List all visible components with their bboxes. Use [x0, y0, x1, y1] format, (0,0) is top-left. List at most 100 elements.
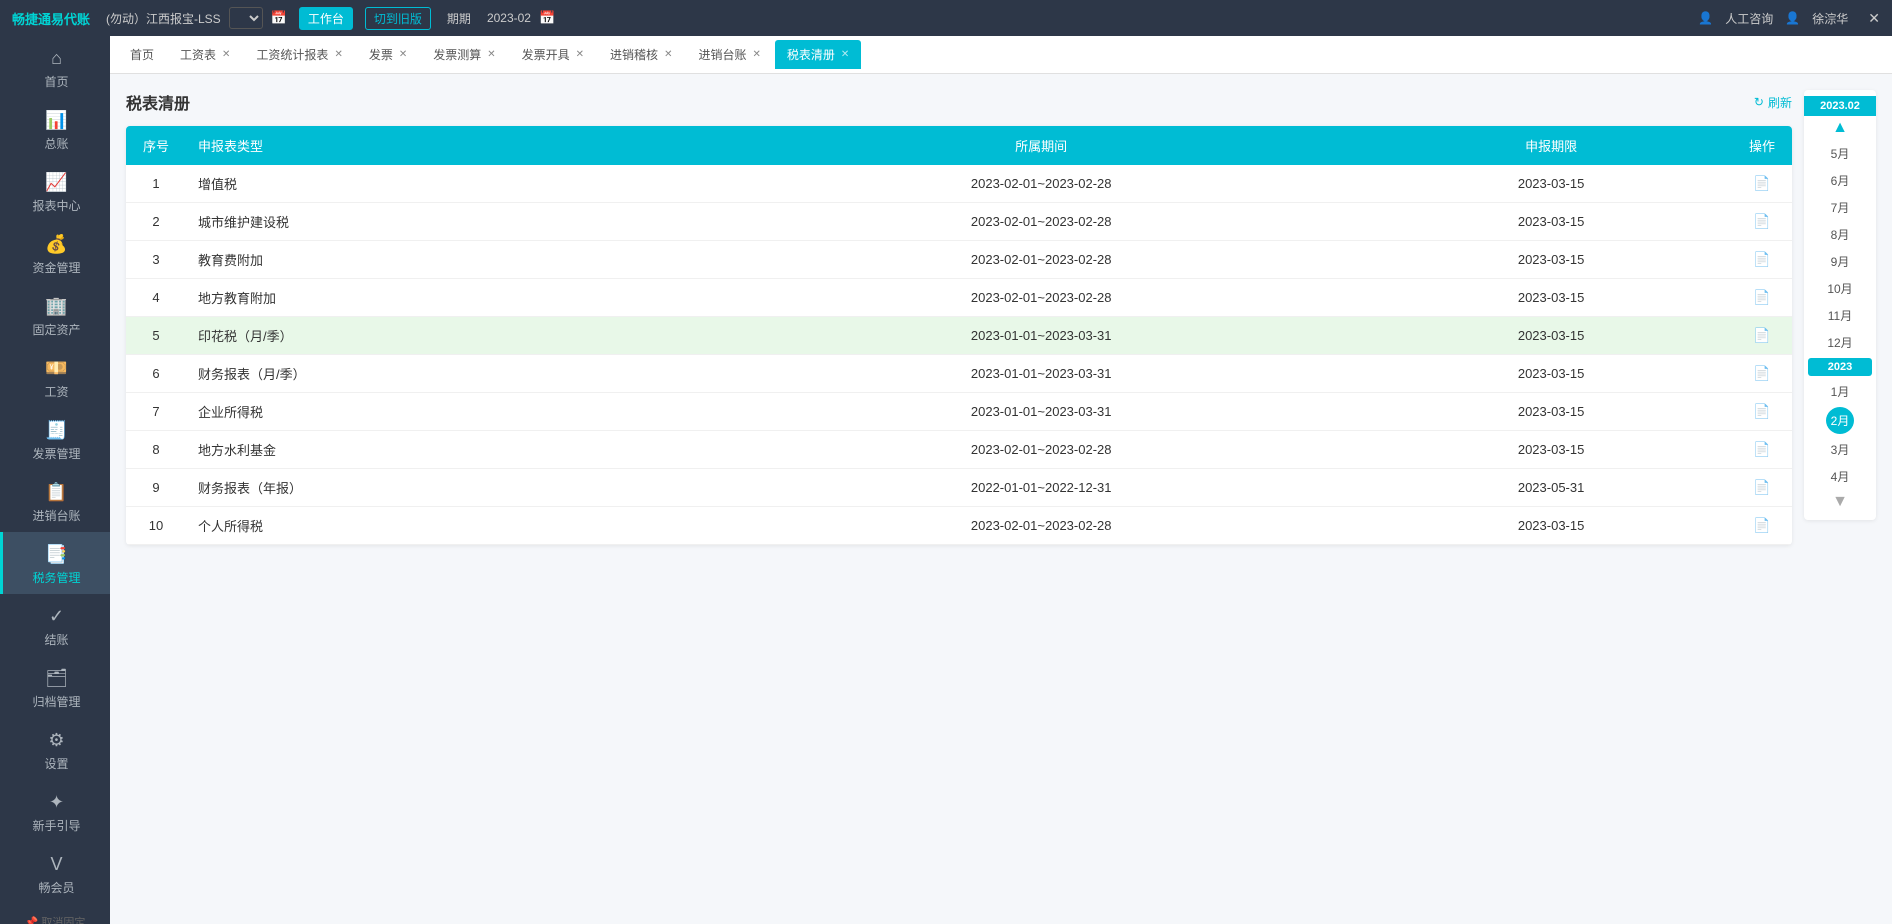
month-item-6月[interactable]: 6月	[1804, 167, 1876, 194]
tab-payroll-report[interactable]: 工资统计报表✕	[244, 40, 354, 69]
table-body: 1 增值税 2023-02-01~2023-02-28 2023-03-15 📄…	[126, 165, 1792, 545]
month-item-7月[interactable]: 7月	[1804, 194, 1876, 221]
month-item-5月[interactable]: 5月	[1804, 140, 1876, 167]
page-header: 税表清册 ↻ 刷新	[126, 90, 1792, 114]
cell-action: 📄	[1732, 431, 1792, 469]
nav-up-arrow[interactable]: ▲	[1829, 116, 1851, 140]
tab-close-invoice-calc[interactable]: ✕	[487, 49, 495, 60]
tab-close-payroll-report[interactable]: ✕	[334, 49, 342, 60]
sidebar-item-vip[interactable]: V畅会员	[0, 842, 110, 904]
tab-close-invoice-open[interactable]: ✕	[576, 49, 584, 60]
action-icon[interactable]: 📄	[1753, 289, 1770, 305]
page-title: 税表清册	[126, 90, 190, 114]
cell-type: 个人所得税	[186, 507, 712, 545]
month-item-9月[interactable]: 9月	[1804, 248, 1876, 275]
sidebar-item-home[interactable]: ⌂首页	[0, 36, 110, 98]
sidebar-item-ledger[interactable]: 📊总账	[0, 98, 110, 160]
cell-deadline: 2023-03-15	[1370, 393, 1732, 431]
cell-period: 2023-02-01~2023-02-28	[712, 431, 1370, 469]
sidebar-label-fund: 资金管理	[32, 259, 80, 276]
tab-close-purchase-check[interactable]: ✕	[664, 49, 672, 60]
month-item-2月[interactable]: 2月	[1826, 407, 1854, 434]
tab-close-tax-clearance[interactable]: ✕	[841, 49, 849, 60]
month-item-1月[interactable]: 1月	[1804, 378, 1876, 405]
cell-deadline: 2023-05-31	[1370, 469, 1732, 507]
year-badge[interactable]: 2023	[1808, 358, 1872, 376]
sidebar-label-archive: 归档管理	[32, 693, 80, 710]
cell-seq: 2	[126, 203, 186, 241]
action-icon[interactable]: 📄	[1753, 517, 1770, 533]
sidebar-icon-report: 📈	[45, 172, 67, 193]
sidebar-footer[interactable]: 📌 取消固定	[0, 904, 110, 924]
cell-period: 2023-02-01~2023-02-28	[712, 203, 1370, 241]
month-item-8月[interactable]: 8月	[1804, 221, 1876, 248]
sidebar-label-invoice-mgmt: 发票管理	[32, 445, 80, 462]
tab-invoice[interactable]: 发票✕	[357, 40, 419, 69]
tab-purchase-check[interactable]: 进销稽核 ✕	[598, 40, 684, 69]
tab-purchase-ledger[interactable]: 进销台账✕	[686, 40, 772, 69]
sidebar-item-fund[interactable]: 💰资金管理	[0, 222, 110, 284]
sidebar-item-settings[interactable]: ⚙设置	[0, 718, 110, 780]
table-row: 9 财务报表（年报） 2022-01-01~2022-12-31 2023-05…	[126, 469, 1792, 507]
sidebar-item-purchase-sale[interactable]: 📋进销台账	[0, 470, 110, 532]
tab-close-payroll[interactable]: ✕	[222, 49, 230, 60]
sidebar-label-report: 报表中心	[32, 197, 80, 214]
cell-action: 📄	[1732, 165, 1792, 203]
sidebar-item-guide[interactable]: ✦新手引导	[0, 780, 110, 842]
refresh-button[interactable]: ↻ 刷新	[1754, 94, 1792, 111]
cell-seq: 6	[126, 355, 186, 393]
unpin-icon: 📌	[25, 917, 39, 924]
cell-deadline: 2023-03-15	[1370, 355, 1732, 393]
month-item-4月[interactable]: 4月	[1804, 463, 1876, 490]
cell-action: 📄	[1732, 355, 1792, 393]
sidebar-item-invoice-mgmt[interactable]: 🧾发票管理	[0, 408, 110, 470]
action-icon[interactable]: 📄	[1753, 251, 1770, 267]
sidebar-item-report[interactable]: 📈 报表中心	[0, 160, 110, 222]
sidebar-icon-guide: ✦	[49, 792, 64, 813]
top-bar: 畅捷通易代账 (勿动）江西报宝-LSS 📅 工作台 切到旧版 期期 2023-0…	[0, 0, 1892, 36]
tab-tax-clearance[interactable]: 税表清册✕	[775, 40, 861, 69]
month-item-12月[interactable]: 12月	[1804, 329, 1876, 356]
month-list: 5月6月7月8月9月10月11月12月 2023 1月2月3月4月	[1804, 140, 1876, 490]
cell-action: 📄	[1732, 203, 1792, 241]
month-item-10月[interactable]: 10月	[1804, 275, 1876, 302]
action-icon[interactable]: 📄	[1753, 441, 1770, 457]
sidebar-item-salary[interactable]: 💴工资	[0, 346, 110, 408]
action-icon[interactable]: 📄	[1753, 175, 1770, 191]
ai-consult-label[interactable]: 人工咨询	[1725, 10, 1773, 27]
month-item-11月[interactable]: 11月	[1804, 302, 1876, 329]
close-icon[interactable]: ✕	[1868, 10, 1880, 27]
tab-invoice-open[interactable]: 发票开具✕	[510, 40, 596, 69]
cell-seq: 8	[126, 431, 186, 469]
sidebar-icon-settlement: ✓	[49, 606, 64, 627]
cell-period: 2023-02-01~2023-02-28	[712, 241, 1370, 279]
cell-type: 企业所得税	[186, 393, 712, 431]
switch-btn[interactable]: 切到旧版	[365, 7, 431, 30]
col-seq: 序号	[126, 126, 186, 165]
cell-type: 教育费附加	[186, 241, 712, 279]
sidebar-item-archive[interactable]: 🗂归档管理	[0, 656, 110, 718]
refresh-icon: ↻	[1754, 95, 1764, 109]
action-icon[interactable]: 📄	[1753, 365, 1770, 381]
cell-period: 2023-02-01~2023-02-28	[712, 279, 1370, 317]
nav-down-arrow[interactable]: ▼	[1829, 490, 1851, 514]
workspace-btn[interactable]: 工作台	[299, 7, 353, 30]
tab-bar: 首页工资表✕工资统计报表✕发票✕发票测算✕发票开具✕进销稽核✕进销台账✕税表清册…	[110, 36, 1892, 74]
col-period: 所属期间	[712, 126, 1370, 165]
month-item-3月[interactable]: 3月	[1804, 436, 1876, 463]
tab-close-invoice[interactable]: ✕	[399, 49, 407, 60]
action-icon[interactable]: 📄	[1753, 213, 1770, 229]
tab-payroll[interactable]: 工资表✕	[168, 40, 242, 69]
sidebar-icon-settings: ⚙	[48, 730, 64, 751]
action-icon[interactable]: 📄	[1753, 327, 1770, 343]
company-dropdown[interactable]	[229, 7, 263, 29]
action-icon[interactable]: 📄	[1753, 479, 1770, 495]
action-icon[interactable]: 📄	[1753, 403, 1770, 419]
sidebar-item-fixed-assets[interactable]: 🏢固定资产	[0, 284, 110, 346]
sidebar-item-tax-mgmt[interactable]: 📑税务管理	[0, 532, 110, 594]
sidebar-item-settlement[interactable]: ✓结账	[0, 594, 110, 656]
tab-home[interactable]: 首页	[118, 40, 166, 69]
tab-invoice-calc[interactable]: 发票测算✕	[421, 40, 507, 69]
tab-label-purchase-check: 进销稽核	[610, 46, 658, 63]
tab-close-purchase-ledger[interactable]: ✕	[752, 49, 760, 60]
